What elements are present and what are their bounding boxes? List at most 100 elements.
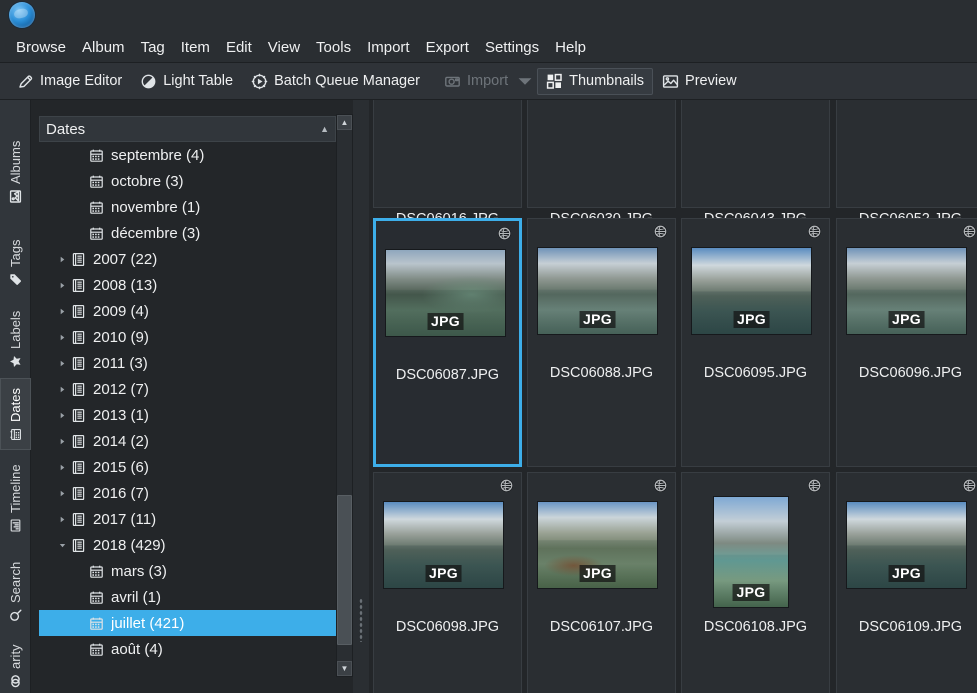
thumbnails-button[interactable]: Thumbnails — [537, 67, 654, 95]
import-button: Import — [435, 68, 517, 95]
thumbnail-filename: DSC06108.JPG — [703, 619, 808, 635]
menu-item[interactable]: Item — [173, 36, 218, 59]
dates-tree[interactable]: septembre (4) octobre (3) novembre (1) d… — [39, 142, 336, 677]
thumbnail-grid[interactable]: DSC06016.JPGDSC06030.JPGDSC06043.JPGDSC0… — [369, 100, 977, 693]
sidebar-tab-tags[interactable]: Tags — [0, 232, 31, 292]
tree-item[interactable]: novembre (1) — [39, 194, 336, 220]
tree-item[interactable]: 2011 (3) — [39, 350, 336, 376]
digikam-window: Browse Album Tag Item Edit View Tools Import Exp… — [0, 0, 977, 693]
year-icon — [71, 356, 86, 371]
chevron-right-icon[interactable] — [53, 411, 71, 420]
thumbnail-filename: DSC06109.JPG — [858, 619, 963, 635]
format-badge: JPG — [425, 565, 462, 582]
batch-queue-manager-button[interactable]: Batch Queue Manager — [242, 68, 429, 95]
thumbnail-cell[interactable] — [836, 100, 977, 208]
year-icon — [71, 486, 86, 501]
tree-item[interactable]: 2007 (22) — [39, 246, 336, 272]
thumbnail-cell[interactable] — [527, 100, 676, 208]
chevron-right-icon[interactable] — [53, 281, 71, 290]
menu-export[interactable]: Export — [418, 36, 477, 59]
tree-item[interactable]: 2017 (11) — [39, 506, 336, 532]
dates-tree-scrollbar[interactable]: ▲ ▼ — [336, 114, 353, 677]
chevron-right-icon[interactable] — [53, 307, 71, 316]
menu-album[interactable]: Album — [74, 36, 133, 59]
chevron-right-icon[interactable] — [53, 359, 71, 368]
light-table-button[interactable]: Light Table — [131, 68, 242, 95]
tree-item[interactable]: avril (1) — [39, 584, 336, 610]
tree-item[interactable]: 2008 (13) — [39, 272, 336, 298]
dates-panel-header[interactable]: Dates ▲ — [39, 116, 336, 142]
chevron-right-icon[interactable] — [53, 385, 71, 394]
tree-item-label: 2008 (13) — [93, 276, 158, 294]
thumbnail-cell[interactable]: JPG DSC06109.JPG — [836, 472, 977, 693]
preview-button[interactable]: Preview — [653, 68, 746, 95]
thumbnail-cell[interactable]: JPG DSC06096.JPG — [836, 218, 977, 467]
toolbar-button-label: Light Table — [163, 73, 234, 89]
scrollbar-thumb[interactable] — [337, 495, 352, 645]
year-icon — [71, 512, 86, 527]
chevron-right-icon[interactable] — [53, 255, 71, 264]
tree-item[interactable]: 2018 (429) — [39, 532, 336, 558]
menu-help[interactable]: Help — [547, 36, 594, 59]
menu-tag[interactable]: Tag — [133, 36, 173, 59]
tree-item[interactable]: décembre (3) — [39, 220, 336, 246]
thumbnail-cell[interactable]: JPG DSC06107.JPG — [527, 472, 676, 693]
tree-item[interactable]: 2012 (7) — [39, 376, 336, 402]
chevron-right-icon[interactable] — [53, 463, 71, 472]
import-dropdown-arrow-icon[interactable] — [517, 68, 533, 95]
triangle-up-icon[interactable]: ▲ — [320, 124, 329, 134]
globe-icon — [962, 478, 977, 493]
menu-edit[interactable]: Edit — [218, 36, 260, 59]
chevron-right-icon[interactable] — [53, 515, 71, 524]
thumbnail-cell[interactable]: JPG DSC06095.JPG — [681, 218, 830, 467]
panel-splitter[interactable] — [353, 100, 369, 693]
thumbnail-cell[interactable]: JPG DSC06108.JPG — [681, 472, 830, 693]
sidebar-tab-timeline[interactable]: Timeline — [0, 452, 31, 544]
tree-item[interactable]: septembre (4) — [39, 142, 336, 168]
tree-item-label: octobre (3) — [111, 172, 184, 190]
tree-item[interactable]: 2014 (2) — [39, 428, 336, 454]
thumbnail-cell[interactable]: JPG DSC06098.JPG — [373, 472, 522, 693]
timeline-icon — [9, 518, 22, 533]
sidebar-tab-dates[interactable]: Dates — [0, 378, 31, 450]
tree-item[interactable]: août (4) — [39, 636, 336, 662]
thumbnail-cell[interactable]: JPG DSC06088.JPG — [527, 218, 676, 467]
preview-icon — [662, 73, 679, 90]
thumbnail-cell[interactable] — [681, 100, 830, 208]
tree-item[interactable]: octobre (3) — [39, 168, 336, 194]
toolbar-button-label: Import — [467, 73, 509, 89]
thumbnail-cell[interactable] — [373, 100, 522, 208]
thumbnail-cell[interactable]: JPG DSC06087.JPG — [373, 218, 522, 467]
tree-item[interactable]: 2009 (4) — [39, 298, 336, 324]
image-editor-button[interactable]: Image Editor — [8, 68, 131, 95]
sidebar-tab-arity[interactable]: arity — [0, 638, 31, 693]
tree-item[interactable]: 2013 (1) — [39, 402, 336, 428]
menu-view[interactable]: View — [260, 36, 308, 59]
format-badge: JPG — [732, 584, 770, 601]
sidebar-tab-search[interactable]: Search — [0, 552, 31, 630]
tree-item[interactable]: 2015 (6) — [39, 454, 336, 480]
tree-item[interactable]: 2016 (7) — [39, 480, 336, 506]
splitter-grip[interactable] — [359, 598, 363, 642]
format-badge: JPG — [888, 311, 925, 328]
year-icon — [71, 538, 86, 553]
chevron-right-icon[interactable] — [53, 489, 71, 498]
sidebar-tab-label: Dates — [8, 388, 23, 422]
batch-queue-icon — [251, 73, 268, 90]
scrollbar-up-button[interactable]: ▲ — [337, 115, 352, 130]
menu-settings[interactable]: Settings — [477, 36, 547, 59]
menu-tools[interactable]: Tools — [308, 36, 359, 59]
sidebar-tab-labels[interactable]: Labels — [0, 300, 31, 378]
chevron-right-icon[interactable] — [53, 437, 71, 446]
thumbnail-filename: DSC06087.JPG — [395, 367, 500, 383]
tree-item[interactable]: mars (3) — [39, 558, 336, 584]
similarity-icon — [9, 674, 22, 688]
tree-item[interactable]: 2010 (9) — [39, 324, 336, 350]
sidebar-tab-albums[interactable]: Albums — [0, 132, 31, 210]
tree-item[interactable]: juillet (421) — [39, 610, 336, 636]
menu-browse[interactable]: Browse — [8, 36, 74, 59]
chevron-right-icon[interactable] — [53, 333, 71, 342]
scrollbar-down-button[interactable]: ▼ — [337, 661, 352, 676]
chevron-down-icon[interactable] — [53, 541, 71, 550]
menu-import[interactable]: Import — [359, 36, 418, 59]
